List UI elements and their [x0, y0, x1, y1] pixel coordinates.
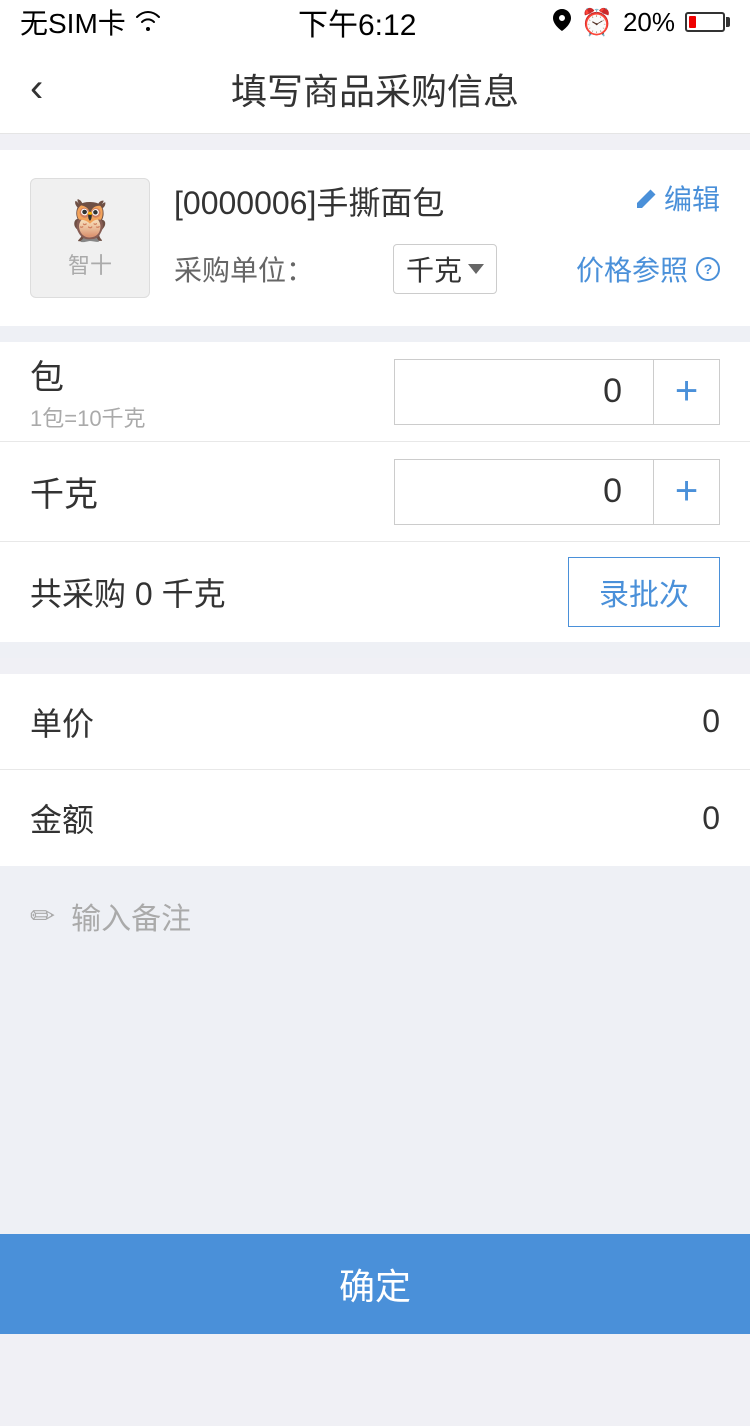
summary-row: 共采购 0 千克 录批次	[0, 542, 750, 642]
product-info: [0000006]手撕面包 编辑 采购单位： 千克 价格参照	[174, 178, 720, 294]
bag-sub-label: 1包=10千克	[30, 401, 146, 433]
battery-icon	[685, 12, 730, 32]
product-logo-icon: 🦉	[65, 197, 115, 244]
status-bar-time: 下午6:12	[298, 0, 416, 44]
amount-value: 0	[702, 800, 720, 837]
confirm-button[interactable]: 确定	[0, 1234, 750, 1334]
kg-plus-button[interactable]: +	[654, 459, 720, 525]
edit-button[interactable]: 编辑	[636, 178, 720, 218]
product-name: [0000006]手撕面包	[174, 178, 444, 224]
location-icon	[553, 7, 571, 38]
note-section[interactable]: ✏ 输入备注	[0, 866, 750, 966]
carrier-text: 无SIM卡	[20, 2, 126, 42]
nav-bar: ‹ 填写商品采购信息	[0, 44, 750, 134]
unit-price-value: 0	[702, 703, 720, 740]
divider-2	[0, 642, 750, 658]
bag-input[interactable]	[394, 359, 654, 425]
info-section: 单价 0 金额 0	[0, 674, 750, 866]
svg-text:?: ?	[704, 261, 713, 277]
summary-text: 共采购 0 千克	[30, 569, 226, 615]
nav-title: 填写商品采购信息	[231, 63, 519, 115]
bag-plus-button[interactable]: +	[654, 359, 720, 425]
product-card: 🦉 智十 [0000006]手撕面包 编辑 采购单位： 千克	[0, 150, 750, 326]
kg-label: 千克	[30, 467, 130, 516]
divider-1	[0, 326, 750, 342]
unit-select[interactable]: 千克	[393, 244, 497, 294]
alarm-icon: ⏰	[581, 7, 613, 38]
kg-input[interactable]	[394, 459, 654, 525]
unit-price-label: 单价	[30, 699, 94, 745]
product-logo-label: 智十	[68, 248, 112, 280]
back-button[interactable]: ‹	[30, 66, 63, 111]
unit-label: 采购单位：	[174, 249, 314, 289]
input-section: 包 1包=10千克 + 千克 +	[0, 342, 750, 542]
status-bar: 无SIM卡 下午6:12 ⏰ 20%	[0, 0, 750, 44]
amount-row: 金额 0	[0, 770, 750, 866]
product-image: 🦉 智十	[30, 178, 150, 298]
note-icon: ✏	[30, 899, 55, 934]
kg-input-row: 千克 +	[0, 442, 750, 542]
note-placeholder: 输入备注	[71, 894, 191, 938]
amount-label: 金额	[30, 795, 94, 841]
wifi-icon	[134, 6, 162, 38]
status-bar-right: ⏰ 20%	[553, 7, 730, 38]
status-bar-left: 无SIM卡	[20, 2, 162, 42]
battery-text: 20%	[623, 7, 675, 38]
batch-button[interactable]: 录批次	[568, 557, 720, 627]
bag-label: 包	[30, 350, 146, 399]
price-ref-button[interactable]: 价格参照 ?	[576, 249, 720, 289]
unit-price-row: 单价 0	[0, 674, 750, 770]
bag-input-row: 包 1包=10千克 +	[0, 342, 750, 442]
